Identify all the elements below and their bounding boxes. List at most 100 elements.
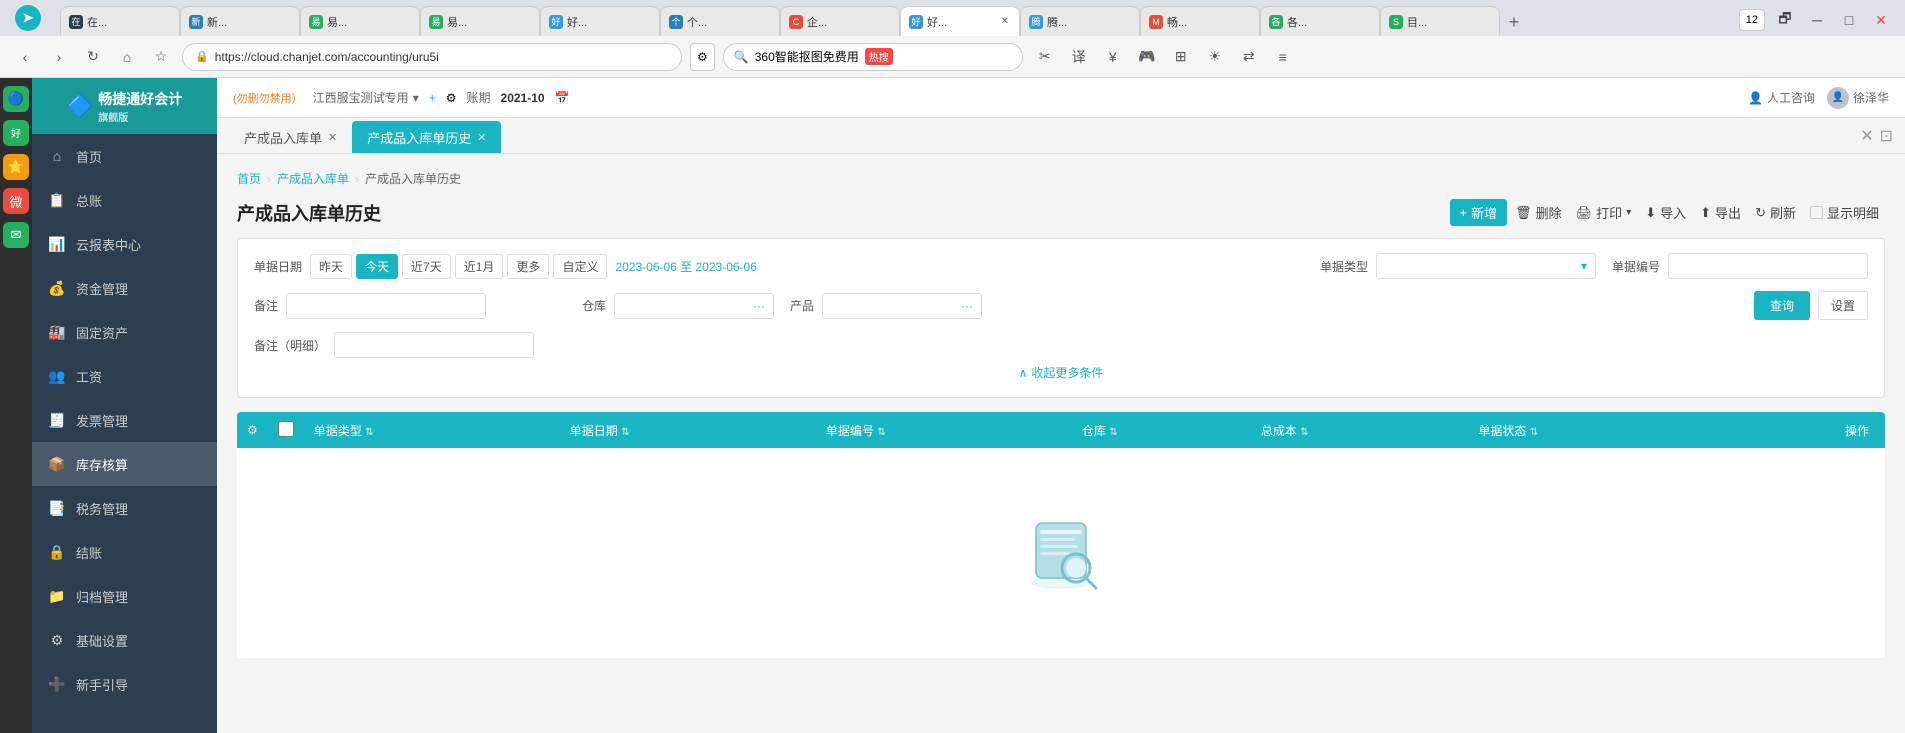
sidebar-item-payroll[interactable]: 👥 工资 [32, 354, 217, 398]
table-col-settings[interactable]: ⚙ [237, 412, 268, 448]
tab-t4[interactable]: 易 易... [420, 6, 540, 36]
sidebar-item-inventory[interactable]: 📦 库存核算 [32, 442, 217, 486]
date-btn-custom[interactable]: 自定义 [553, 254, 607, 279]
table-col-cost[interactable]: 总成本 ⇅ [1251, 412, 1469, 448]
print-btn[interactable]: 🖨 打印 ▾ [1570, 199, 1638, 226]
warehouse-dropdown[interactable]: ··· [614, 293, 774, 319]
sidebar-item-fixed[interactable]: 🏭 固定资产 [32, 310, 217, 354]
tab-t8[interactable]: 好 好... ✕ [900, 6, 1020, 36]
address-input[interactable]: 🔒 https://cloud.chanjet.com/accounting/u… [182, 43, 682, 71]
date-btn-1month[interactable]: 近1月 [455, 254, 504, 279]
app-icon-weibo[interactable]: 微 [3, 188, 29, 214]
menu-icon[interactable]: ≡ [1269, 43, 1297, 71]
home-btn[interactable]: ⌂ [114, 44, 140, 70]
tab-t11[interactable]: 各 各... [1260, 6, 1380, 36]
tab-t5[interactable]: 好 好... [540, 6, 660, 36]
game-icon[interactable]: 🎮 [1133, 43, 1161, 71]
settings-btn[interactable]: 设置 [1818, 291, 1868, 320]
chanjet-app-icon[interactable]: 🔵 [3, 86, 29, 112]
app-icon-1[interactable]: 好 [3, 120, 29, 146]
delete-btn[interactable]: 🗑 删除 [1509, 199, 1568, 226]
page-tab-list[interactable]: 产成品入库单 ✕ [229, 121, 352, 153]
export-btn[interactable]: ⬆ 导出 [1694, 199, 1747, 226]
date-btn-yesterday[interactable]: 昨天 [310, 254, 352, 279]
new-tab-button[interactable]: + [1500, 8, 1528, 36]
table-select-all[interactable] [278, 421, 294, 437]
table-col-date[interactable]: 单据日期 ⇅ [560, 412, 816, 448]
sidebar-item-settings[interactable]: ⚙ 基础设置 [32, 618, 217, 662]
breadcrumb-list[interactable]: 产成品入库单 [277, 170, 349, 187]
number-input[interactable] [1668, 253, 1868, 279]
collapse-btn[interactable]: ∧ 收起更多条件 [254, 358, 1868, 383]
tab-t1[interactable]: 在 在... [60, 6, 180, 36]
calendar-icon[interactable]: 📅 [555, 91, 570, 105]
sync-icon[interactable]: ⇄ [1235, 43, 1263, 71]
import-btn[interactable]: ⬇ 导入 [1639, 199, 1692, 226]
sidebar-item-tax[interactable]: 📑 税务管理 [32, 486, 217, 530]
app-icon-mail[interactable]: ✉ [3, 222, 29, 248]
search-bar[interactable]: 🔍 360智能抠图免费用 热搜 [723, 43, 1023, 71]
translate-icon[interactable]: 译 [1065, 43, 1093, 71]
sidebar-item-invoice[interactable]: 🧾 发票管理 [32, 398, 217, 442]
date-btn-more[interactable]: 更多 [507, 254, 549, 279]
theme-icon[interactable]: ☀ [1201, 43, 1229, 71]
yuan-icon[interactable]: ¥ [1099, 43, 1127, 71]
sidebar-item-fund[interactable]: 💰 资金管理 [32, 266, 217, 310]
type-dropdown[interactable]: ▾ [1376, 253, 1596, 279]
sidebar-item-archive[interactable]: 📁 归档管理 [32, 574, 217, 618]
extensions-btn[interactable]: ⚙ [690, 43, 715, 71]
sidebar-item-closing[interactable]: 🔒 结账 [32, 530, 217, 574]
show-detail-btn[interactable]: 显示明细 [1804, 199, 1885, 226]
tab-t9[interactable]: 腾 腾... [1020, 6, 1140, 36]
query-btn[interactable]: 查询 [1754, 291, 1810, 320]
note-input[interactable] [286, 293, 486, 319]
tab-t3[interactable]: 易 易... [300, 6, 420, 36]
bookmark-btn[interactable]: ☆ [148, 44, 174, 70]
sidebar-item-home[interactable]: ⌂ 首页 [32, 134, 217, 178]
add-company-btn[interactable]: + [429, 91, 436, 105]
table-col-warehouse[interactable]: 仓库 ⇅ [1072, 412, 1251, 448]
breadcrumb-home[interactable]: 首页 [237, 170, 261, 187]
back-btn[interactable]: ‹ [12, 44, 38, 70]
content-expand-btn[interactable]: ⊡ [1880, 126, 1893, 146]
restore-btn[interactable]: 🗗 [1773, 8, 1797, 32]
close-window-btn[interactable]: ✕ [1869, 8, 1893, 32]
minimize-btn[interactable]: ─ [1805, 8, 1829, 32]
page-tab-list-close[interactable]: ✕ [328, 131, 337, 144]
refresh-btn[interactable]: ↻ [80, 44, 106, 70]
tab-t6[interactable]: 个 个... [660, 6, 780, 36]
product-dropdown[interactable]: ··· [822, 293, 982, 319]
show-detail-checkbox[interactable] [1810, 206, 1823, 219]
table-col-number[interactable]: 单据编号 ⇅ [816, 412, 1072, 448]
user-profile-btn[interactable]: 👤 徐泽华 [1827, 87, 1889, 109]
table-col-type[interactable]: 单据类型 ⇅ [304, 412, 560, 448]
company-selector[interactable]: 江西服宝测试专用 ▾ [313, 89, 419, 106]
maximize-btn[interactable]: □ [1837, 8, 1861, 32]
table-col-status[interactable]: 单据状态 ⇅ [1468, 412, 1724, 448]
scissors-icon[interactable]: ✂ [1031, 43, 1059, 71]
forward-btn[interactable]: › [46, 44, 72, 70]
date-btn-7days[interactable]: 近7天 [402, 254, 451, 279]
note-detail-input[interactable] [334, 332, 534, 358]
content-close-btn[interactable]: ✕ [1860, 126, 1873, 146]
page-tab-history-close[interactable]: ✕ [477, 131, 486, 144]
tab-t7[interactable]: C 企... [780, 6, 900, 36]
help-btn[interactable]: 👤 人工咨询 [1748, 89, 1815, 106]
tab-t12[interactable]: S 目... [1380, 6, 1500, 36]
table-col-checkbox[interactable] [268, 412, 304, 448]
tab-close-t8[interactable]: ✕ [999, 14, 1011, 29]
date-btn-today[interactable]: 今天 [356, 254, 398, 279]
sidebar-item-newvoucher[interactable]: ➕ 新手引导 [32, 662, 217, 706]
sidebar-item-ledger[interactable]: 📋 总账 [32, 178, 217, 222]
sort-status-icon: ⇅ [1530, 427, 1538, 438]
tab-t10[interactable]: M 畅... [1140, 6, 1260, 36]
page-tab-history[interactable]: 产成品入库单历史 ✕ [352, 121, 501, 153]
company-settings-btn[interactable]: ⚙ [446, 91, 457, 105]
grid-icon[interactable]: ⊞ [1167, 43, 1195, 71]
tab-count[interactable]: 12 [1739, 9, 1765, 31]
new-btn[interactable]: + 新增 [1450, 199, 1508, 226]
sidebar-item-report[interactable]: 📊 云报表中心 [32, 222, 217, 266]
app-icon-star[interactable]: ⭐ [3, 154, 29, 180]
tab-t2[interactable]: 新 新... [180, 6, 300, 36]
refresh-btn[interactable]: ↻ 刷新 [1749, 199, 1802, 226]
